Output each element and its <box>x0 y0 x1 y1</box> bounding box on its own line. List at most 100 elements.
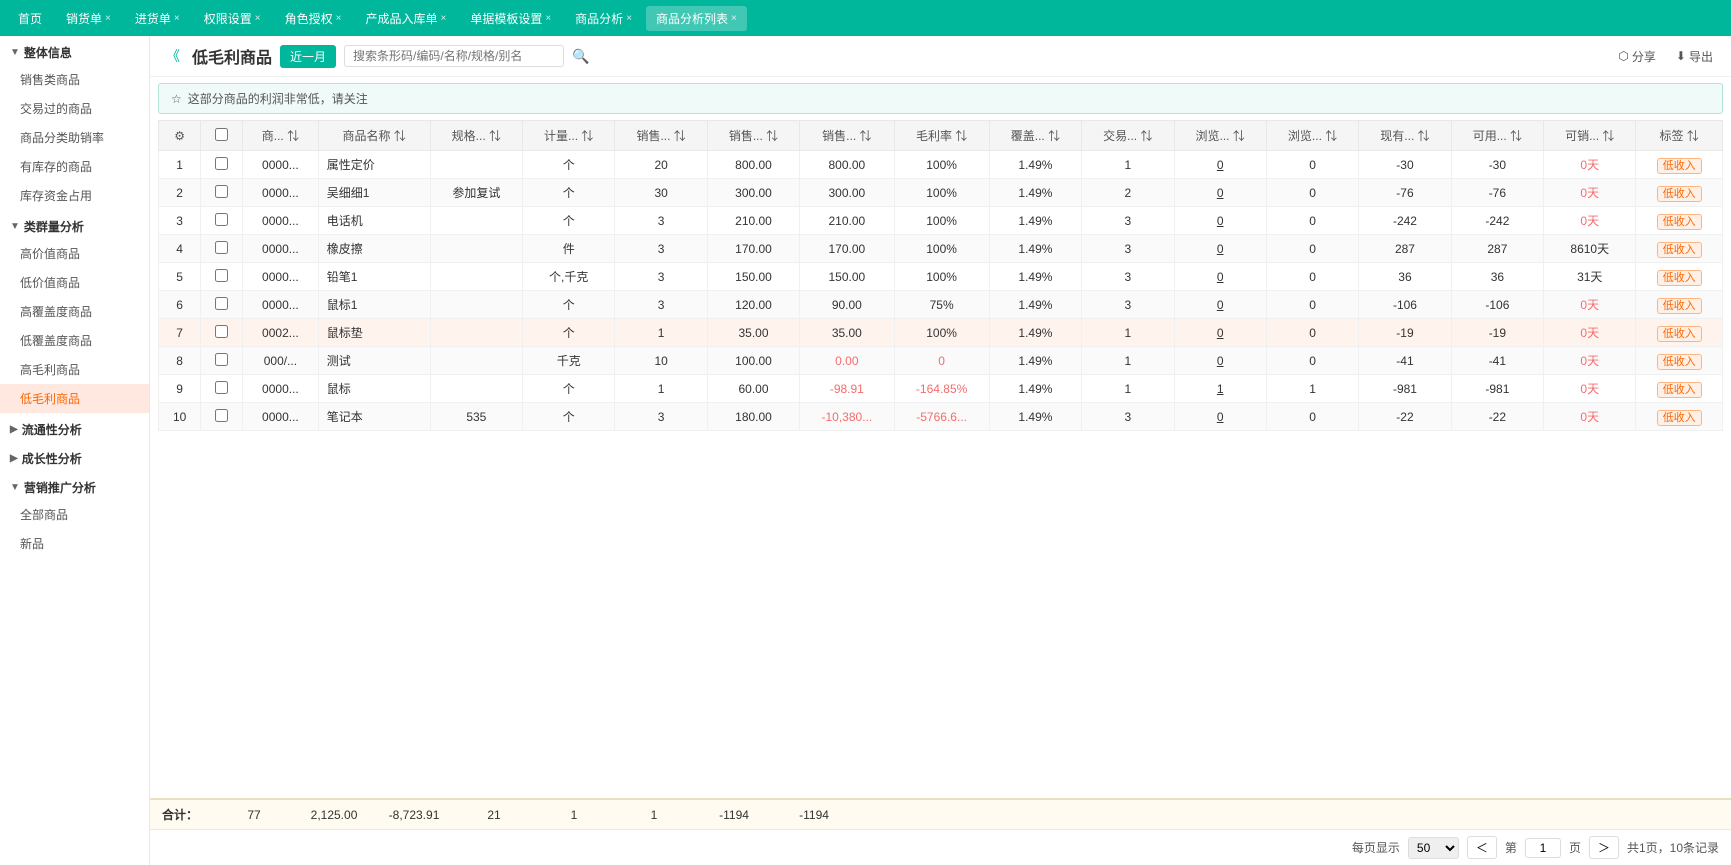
row-sales1: 3 <box>615 291 707 319</box>
row-check-7[interactable] <box>215 353 228 366</box>
nav-close-permission[interactable]: × <box>255 13 261 24</box>
nav-close-role[interactable]: × <box>336 13 342 24</box>
row-checkbox[interactable] <box>201 291 243 319</box>
nav-purchase-order[interactable]: 进货单 × <box>125 6 190 31</box>
sidebar-group-title-marketing[interactable]: ▼ 营销推广分析 <box>0 471 149 500</box>
sidebar-collapse-button[interactable]: 《 <box>162 44 184 68</box>
th-sales3[interactable]: 销售... ⇅ <box>800 121 894 151</box>
row-check-4[interactable] <box>215 269 228 282</box>
row-check-2[interactable] <box>215 213 228 226</box>
th-browse2[interactable]: 浏览... ⇅ <box>1266 121 1358 151</box>
nav-analysis-list[interactable]: 商品分析列表 × <box>646 6 747 31</box>
sidebar-item-low-coverage[interactable]: 低覆盖度商品 <box>0 326 149 355</box>
th-current[interactable]: 现有... ⇅ <box>1359 121 1451 151</box>
sidebar-group-title-cluster[interactable]: ▼ 类群量分析 <box>0 210 149 239</box>
page-number-input[interactable] <box>1525 838 1561 858</box>
row-checkbox[interactable] <box>201 207 243 235</box>
th-checkbox[interactable] <box>201 121 243 151</box>
row-check-0[interactable] <box>215 157 228 170</box>
row-browse1[interactable]: 0 <box>1174 291 1266 319</box>
sidebar-item-sales-products[interactable]: 销售类商品 <box>0 65 149 94</box>
table-row: 2 0000... 吴细细1 参加复试 个 30 300.00 300.00 1… <box>159 179 1723 207</box>
nav-product-storage[interactable]: 产成品入库单 × <box>355 6 456 31</box>
row-browse1[interactable]: 0 <box>1174 207 1266 235</box>
row-current: 36 <box>1359 263 1451 291</box>
sidebar-group-title-growth[interactable]: ▶ 成长性分析 <box>0 442 149 471</box>
row-browse1[interactable]: 0 <box>1174 235 1266 263</box>
th-tag[interactable]: 标签 ⇅ <box>1636 121 1723 151</box>
row-browse2: 0 <box>1266 207 1358 235</box>
export-button[interactable]: ⬇ 导出 <box>1670 45 1719 68</box>
nav-home[interactable]: 首页 <box>8 6 52 31</box>
sidebar-item-category-rate[interactable]: 商品分类助销率 <box>0 123 149 152</box>
th-margin[interactable]: 毛利率 ⇅ <box>894 121 989 151</box>
sidebar-item-high-margin[interactable]: 高毛利商品 <box>0 355 149 384</box>
prev-page-button[interactable]: ＜ <box>1467 836 1497 859</box>
nav-sales-order[interactable]: 销货单 × <box>56 6 121 31</box>
nav-close-template[interactable]: × <box>545 13 551 24</box>
sidebar-group-title-overall[interactable]: ▼ 整体信息 <box>0 36 149 65</box>
select-all-checkbox[interactable] <box>215 128 228 141</box>
pagination-bar: 每页显示 50 100 200 ＜ 第 页 ＞ 共1页，10条记录 <box>150 829 1731 865</box>
row-checkbox[interactable] <box>201 319 243 347</box>
per-page-select[interactable]: 50 100 200 <box>1408 837 1459 859</box>
row-checkbox[interactable] <box>201 151 243 179</box>
nav-product-analysis[interactable]: 商品分析 × <box>565 6 642 31</box>
sidebar-item-high-value[interactable]: 高价值商品 <box>0 239 149 268</box>
th-available[interactable]: 可用... ⇅ <box>1451 121 1543 151</box>
row-checkbox[interactable] <box>201 347 243 375</box>
row-check-6[interactable] <box>215 325 228 338</box>
nav-role-auth[interactable]: 角色授权 × <box>275 6 352 31</box>
th-unit[interactable]: 计量... ⇅ <box>523 121 615 151</box>
row-browse1[interactable]: 0 <box>1174 347 1266 375</box>
th-name[interactable]: 商品名称 ⇅ <box>318 121 430 151</box>
sidebar-item-high-coverage[interactable]: 高覆盖度商品 <box>0 297 149 326</box>
row-browse1[interactable]: 0 <box>1174 263 1266 291</box>
th-code[interactable]: 商... ⇅ <box>243 121 319 151</box>
row-check-1[interactable] <box>215 185 228 198</box>
nav-permission[interactable]: 权限设置 × <box>194 6 271 31</box>
th-browse1[interactable]: 浏览... ⇅ <box>1174 121 1266 151</box>
sidebar-item-traded-products[interactable]: 交易过的商品 <box>0 94 149 123</box>
row-checkbox[interactable] <box>201 403 243 431</box>
row-checkbox[interactable] <box>201 235 243 263</box>
nav-close-list[interactable]: × <box>731 13 737 24</box>
share-button[interactable]: ⬡ 分享 <box>1612 45 1662 68</box>
sidebar-item-new-products[interactable]: 新品 <box>0 529 149 558</box>
sidebar-item-inventory-capital[interactable]: 库存资金占用 <box>0 181 149 210</box>
row-check-5[interactable] <box>215 297 228 310</box>
th-spec[interactable]: 规格... ⇅ <box>430 121 522 151</box>
sidebar-item-low-value[interactable]: 低价值商品 <box>0 268 149 297</box>
sidebar-item-low-margin[interactable]: 低毛利商品 <box>0 384 149 413</box>
row-checkbox[interactable] <box>201 263 243 291</box>
nav-close-analysis[interactable]: × <box>626 13 632 24</box>
th-settings[interactable]: ⚙ <box>159 121 201 151</box>
row-browse1[interactable]: 0 <box>1174 319 1266 347</box>
next-page-button[interactable]: ＞ <box>1589 836 1619 859</box>
nav-template[interactable]: 单据模板设置 × <box>460 6 561 31</box>
row-browse1[interactable]: 0 <box>1174 403 1266 431</box>
row-browse1[interactable]: 0 <box>1174 179 1266 207</box>
nav-close-sales[interactable]: × <box>105 13 111 24</box>
search-input[interactable] <box>344 45 564 67</box>
th-trade[interactable]: 交易... ⇅ <box>1082 121 1174 151</box>
row-checkbox[interactable] <box>201 375 243 403</box>
row-checkbox[interactable] <box>201 179 243 207</box>
row-check-9[interactable] <box>215 409 228 422</box>
row-browse1[interactable]: 1 <box>1174 375 1266 403</box>
th-sales1[interactable]: 销售... ⇅ <box>615 121 707 151</box>
th-sellable[interactable]: 可销... ⇅ <box>1544 121 1636 151</box>
sidebar-group-title-circulation[interactable]: ▶ 流通性分析 <box>0 413 149 442</box>
th-sales2[interactable]: 销售... ⇅ <box>707 121 799 151</box>
th-coverage[interactable]: 覆盖... ⇅ <box>989 121 1081 151</box>
period-button[interactable]: 近一月 <box>280 45 336 68</box>
nav-close-purchase[interactable]: × <box>174 13 180 24</box>
row-check-8[interactable] <box>215 381 228 394</box>
search-button[interactable]: 🔍 <box>572 48 589 65</box>
nav-close-product[interactable]: × <box>440 13 446 24</box>
row-check-3[interactable] <box>215 241 228 254</box>
arrow-overall: ▼ <box>10 47 20 58</box>
sidebar-item-all-products[interactable]: 全部商品 <box>0 500 149 529</box>
row-browse1[interactable]: 0 <box>1174 151 1266 179</box>
sidebar-item-in-stock[interactable]: 有库存的商品 <box>0 152 149 181</box>
